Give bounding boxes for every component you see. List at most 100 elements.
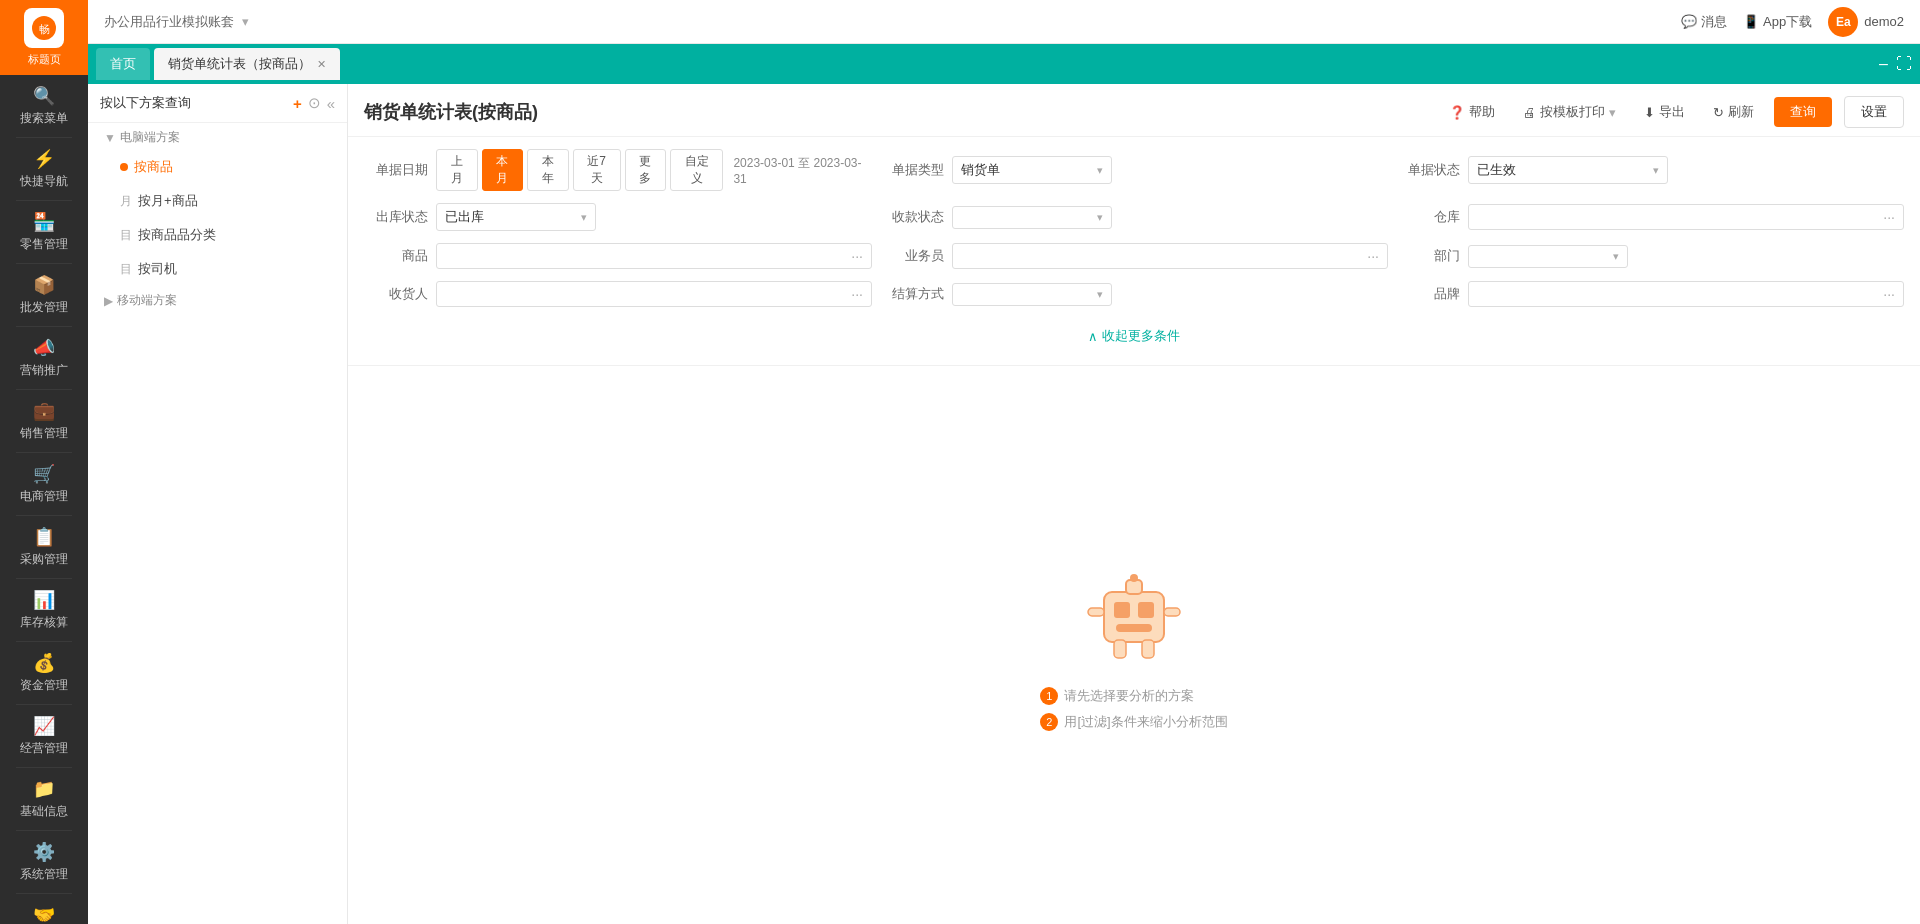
receiver-ellipsis[interactable]: ···	[851, 286, 863, 302]
window-maximize-icon[interactable]: ⛶	[1896, 55, 1912, 73]
filter-row-3: 商品 ··· 业务员 ··· 部门	[364, 243, 1904, 269]
warehouse-label: 仓库	[1396, 208, 1460, 226]
svg-text:畅: 畅	[39, 23, 50, 35]
doc-status-select[interactable]: 已生效 ▾	[1468, 156, 1668, 184]
settings-button[interactable]: 设置	[1844, 96, 1904, 128]
settings-label: 设置	[1861, 103, 1887, 121]
sidebar-item-营销推广[interactable]: 📣营销推广	[16, 327, 72, 390]
empty-state: 1 请先选择要分析的方案 2 用[过滤]条件来缩小分析范围	[348, 366, 1920, 924]
app-download-button[interactable]: 📱 App下载	[1743, 13, 1812, 31]
tab-report[interactable]: 销货单统计表（按商品） ✕	[154, 48, 340, 80]
out-status-select[interactable]: 已出库 ▾	[436, 203, 596, 231]
warehouse-ellipsis[interactable]: ···	[1883, 209, 1895, 225]
brand-ellipsis[interactable]: ···	[1883, 286, 1895, 302]
item-icon3: 目	[120, 261, 132, 278]
scheme-item-by-category[interactable]: 目 按商品品分类	[88, 218, 347, 252]
expand-icon2[interactable]: ▶	[104, 294, 113, 308]
print-dropdown-icon[interactable]: ▾	[1609, 105, 1616, 120]
user-profile[interactable]: Ea demo2	[1828, 7, 1904, 37]
header-left: 办公用品行业模拟账套 ▾	[104, 13, 249, 31]
sidebar-item-资金管理[interactable]: 💰资金管理	[16, 642, 72, 705]
date-btn-this-year[interactable]: 本年	[527, 149, 569, 191]
svg-rect-8	[1088, 608, 1104, 616]
sidebar-nav-label-9: 资金管理	[20, 677, 68, 694]
sidebar-item-企业协同[interactable]: 🤝企业协同	[16, 894, 72, 924]
receiver-input[interactable]: ···	[436, 281, 872, 307]
sidebar-logo[interactable]: 畅 标题页	[0, 0, 88, 75]
sidebar-item-电商管理[interactable]: 🛒电商管理	[16, 453, 72, 516]
settlement-select[interactable]: ▾	[952, 283, 1112, 306]
sidebar-item-库存核算[interactable]: 📊库存核算	[16, 579, 72, 642]
scheme-tree: ▼ 电脑端方案 按商品 月 按月+商品 目 按商品品分类 目 按司机	[88, 123, 347, 313]
print-button[interactable]: 🖨 按模板打印 ▾	[1515, 99, 1624, 125]
sidebar-item-快捷导航[interactable]: ⚡快捷导航	[16, 138, 72, 201]
salesperson-ellipsis[interactable]: ···	[1367, 248, 1379, 264]
dropdown-icon[interactable]: ▾	[242, 14, 249, 29]
department-select[interactable]: ▾	[1468, 245, 1628, 268]
warehouse-input[interactable]: ···	[1468, 204, 1904, 230]
goods-ellipsis[interactable]: ···	[851, 248, 863, 264]
date-btn-custom[interactable]: 自定义	[670, 149, 723, 191]
pc-group-label: ▼ 电脑端方案	[88, 123, 347, 150]
sidebar-nav-label-7: 采购管理	[20, 551, 68, 568]
date-btn-more[interactable]: 更多	[625, 149, 667, 191]
hint-item-1: 1 请先选择要分析的方案	[1040, 687, 1227, 705]
message-button[interactable]: 💬 消息	[1681, 13, 1727, 31]
sidebar-item-批发管理[interactable]: 📦批发管理	[16, 264, 72, 327]
sidebar-item-采购管理[interactable]: 📋采购管理	[16, 516, 72, 579]
hint-num-2: 2	[1040, 713, 1058, 731]
mobile-group-label: ▶ 移动端方案	[88, 286, 347, 313]
sidebar-item-搜索菜单[interactable]: 🔍搜索菜单	[16, 75, 72, 138]
out-status-control: 已出库 ▾	[436, 203, 872, 231]
sidebar: 畅 标题页 🔍搜索菜单⚡快捷导航🏪零售管理📦批发管理📣营销推广💼销售管理🛒电商管…	[0, 0, 88, 924]
hint-num-1: 1	[1040, 687, 1058, 705]
payment-select[interactable]: ▾	[952, 206, 1112, 229]
print-icon: 🖨	[1523, 105, 1536, 120]
tab-close-icon[interactable]: ✕	[317, 58, 326, 71]
sidebar-item-经营管理[interactable]: 📈经营管理	[16, 705, 72, 768]
sidebar-item-基础信息[interactable]: 📁基础信息	[16, 768, 72, 831]
payment-label: 收款状态	[880, 208, 944, 226]
window-minimize-icon[interactable]: –	[1879, 55, 1888, 73]
sidebar-nav-icon-12: ⚙️	[33, 841, 55, 863]
filter-area: 单据日期 上月 本月 本年 近7天 更多 自定义 2023-03-01 至 20…	[348, 137, 1920, 366]
salesperson-input[interactable]: ···	[952, 243, 1388, 269]
item-icon2: 目	[120, 227, 132, 244]
date-btn-this-month[interactable]: 本月	[482, 149, 524, 191]
scheme-item-by-driver[interactable]: 目 按司机	[88, 252, 347, 286]
sidebar-nav-label-3: 批发管理	[20, 299, 68, 316]
help-button[interactable]: ❓ 帮助	[1441, 99, 1503, 125]
left-panel: 按以下方案查询 + ⊙ « ▼ 电脑端方案 按商品 月	[88, 84, 348, 924]
date-btn-last-month[interactable]: 上月	[436, 149, 478, 191]
sidebar-item-系统管理[interactable]: ⚙️系统管理	[16, 831, 72, 894]
refresh-label: 刷新	[1728, 103, 1754, 121]
export-button[interactable]: ⬇ 导出	[1636, 99, 1693, 125]
logo-icon: 畅	[24, 8, 64, 48]
query-button[interactable]: 查询	[1774, 97, 1832, 127]
message-label: 消息	[1701, 13, 1727, 31]
receiver-label: 收货人	[364, 285, 428, 303]
expand-icon[interactable]: ▼	[104, 131, 116, 145]
sidebar-item-零售管理[interactable]: 🏪零售管理	[16, 201, 72, 264]
settings-scheme-icon[interactable]: ⊙	[308, 94, 321, 112]
add-scheme-icon[interactable]: +	[293, 95, 302, 112]
collapse-label: 收起更多条件	[1102, 327, 1180, 345]
active-dot	[120, 163, 128, 171]
doc-type-select[interactable]: 销货单 ▾	[952, 156, 1112, 184]
main-area: 办公用品行业模拟账套 ▾ 💬 消息 📱 App下载 Ea demo2 首页	[88, 0, 1920, 924]
scheme-item-by-month-goods[interactable]: 月 按月+商品	[88, 184, 347, 218]
collapse-button[interactable]: ∧ 收起更多条件	[364, 319, 1904, 353]
scheme-item-by-goods[interactable]: 按商品	[88, 150, 347, 184]
left-panel-header: 按以下方案查询 + ⊙ «	[88, 84, 347, 123]
settlement-control: ▾	[952, 283, 1388, 306]
svg-rect-4	[1138, 602, 1154, 618]
goods-input[interactable]: ···	[436, 243, 872, 269]
collapse-panel-icon[interactable]: «	[327, 95, 335, 112]
tab-home[interactable]: 首页	[96, 48, 150, 80]
sidebar-item-销售管理[interactable]: 💼销售管理	[16, 390, 72, 453]
svg-rect-11	[1142, 640, 1154, 658]
refresh-button[interactable]: ↻ 刷新	[1705, 99, 1762, 125]
sidebar-nav-icon-6: 🛒	[33, 463, 55, 485]
date-btn-7days[interactable]: 近7天	[573, 149, 621, 191]
brand-input[interactable]: ···	[1468, 281, 1904, 307]
